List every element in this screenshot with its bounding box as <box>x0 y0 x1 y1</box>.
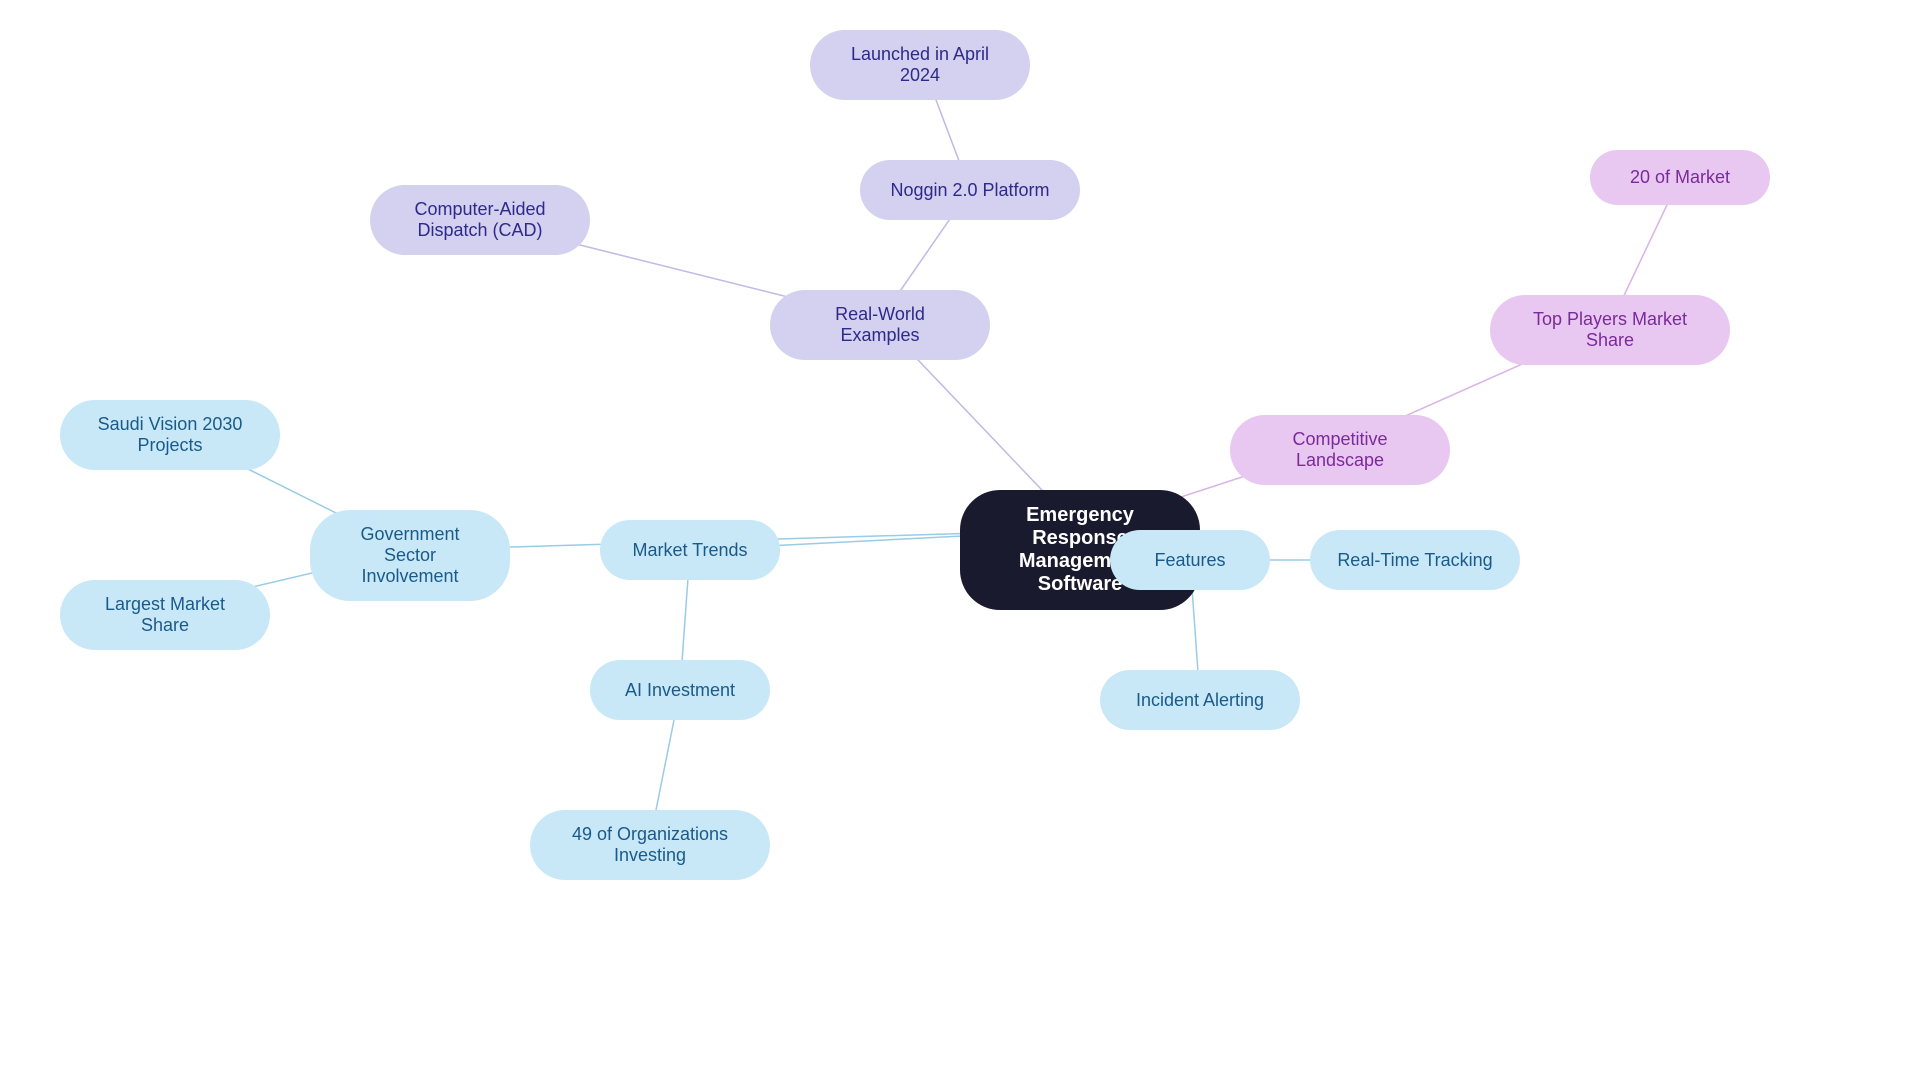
market-trends-node: Market Trends <box>600 520 780 580</box>
49-organizations-node: 49 of Organizations Investing <box>530 810 770 880</box>
largest-market-share-node: Largest Market Share <box>60 580 270 650</box>
computer-aided-dispatch-node: Computer-Aided Dispatch (CAD) <box>370 185 590 255</box>
launched-april-node: Launched in April 2024 <box>810 30 1030 100</box>
20-of-market-node: 20 of Market <box>1590 150 1770 205</box>
features-node: Features <box>1110 530 1270 590</box>
mind-map-container: Emergency Response Management SoftwareRe… <box>0 0 1920 1083</box>
top-players-market-share-node: Top Players Market Share <box>1490 295 1730 365</box>
real-time-tracking-node: Real-Time Tracking <box>1310 530 1520 590</box>
real-world-examples-node: Real-World Examples <box>770 290 990 360</box>
competitive-landscape-node: Competitive Landscape <box>1230 415 1450 485</box>
ai-investment-node: AI Investment <box>590 660 770 720</box>
saudi-vision-node: Saudi Vision 2030 Projects <box>60 400 280 470</box>
government-sector-node: Government Sector Involvement <box>310 510 510 601</box>
incident-alerting-node: Incident Alerting <box>1100 670 1300 730</box>
noggin-platform-node: Noggin 2.0 Platform <box>860 160 1080 220</box>
